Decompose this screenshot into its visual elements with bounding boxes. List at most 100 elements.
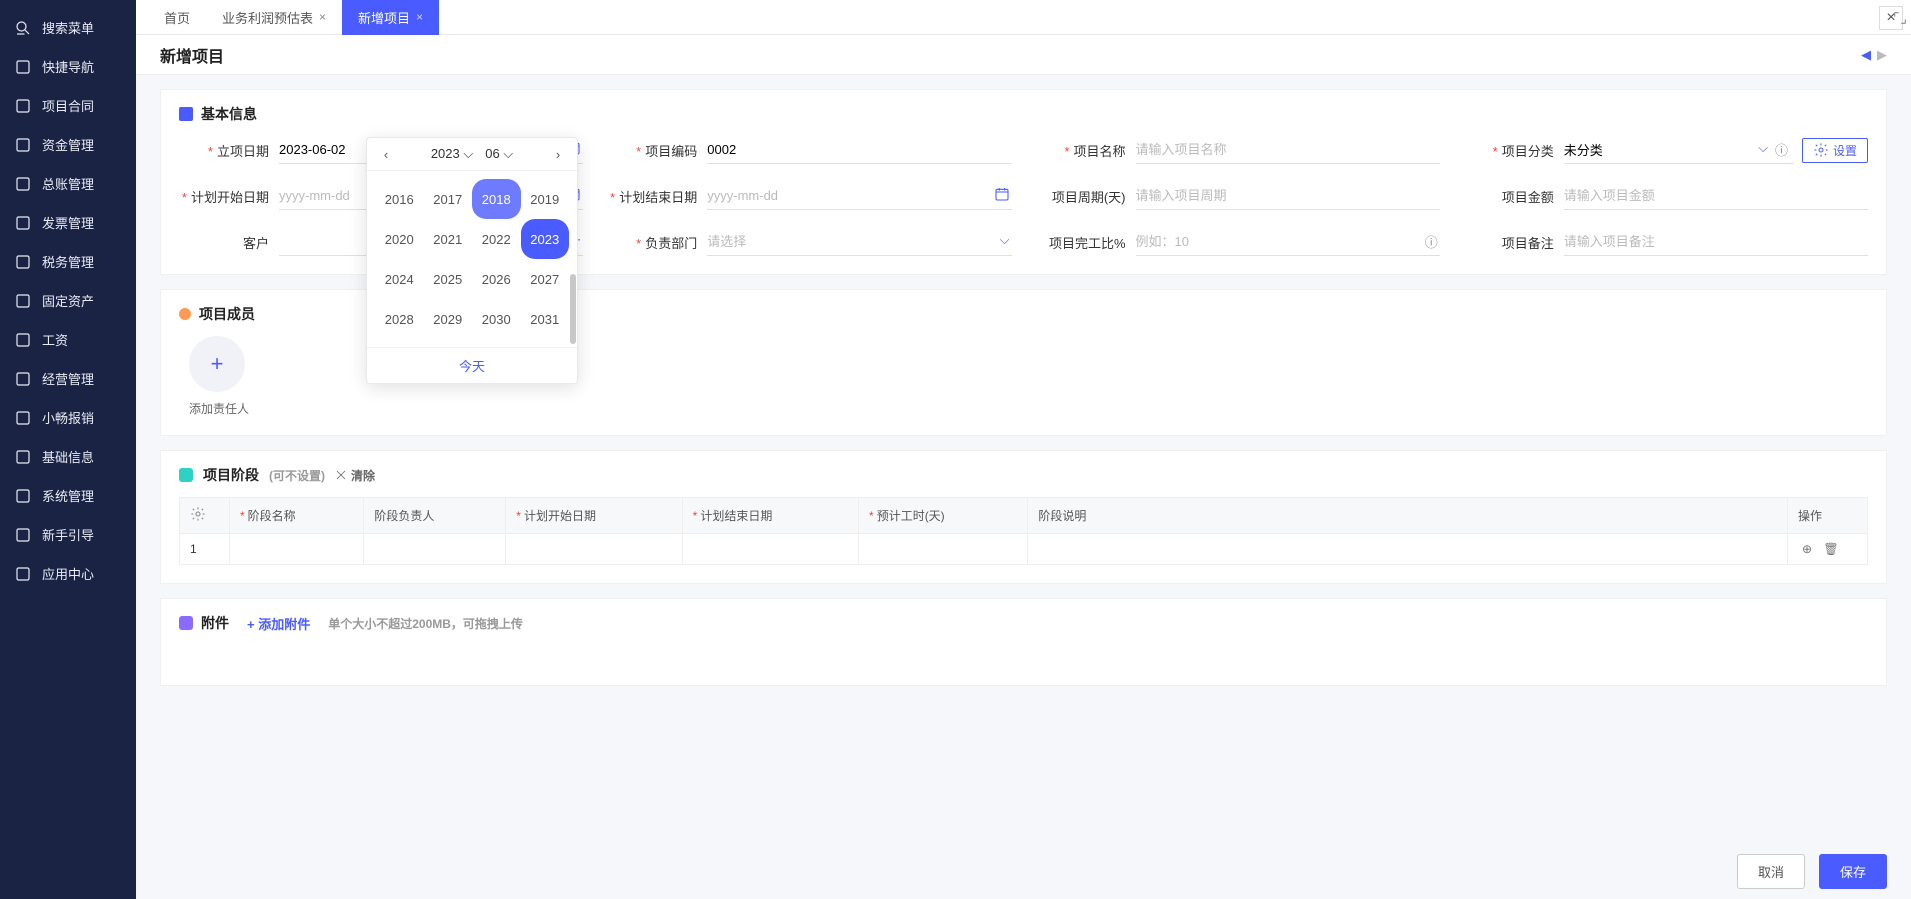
picker-next[interactable]: › bbox=[549, 147, 567, 162]
picker-today[interactable]: 今天 bbox=[367, 347, 577, 383]
sidebar-item-ledger[interactable]: 总账管理 bbox=[0, 164, 136, 203]
picker-year-select[interactable]: 2023 ⌵ bbox=[431, 146, 473, 162]
year-2030[interactable]: 2030 bbox=[472, 299, 521, 339]
cell-owner[interactable] bbox=[364, 534, 506, 565]
tab-业务利润预估表[interactable]: 业务利润预估表 × bbox=[206, 0, 342, 35]
col-desc: 阶段说明 bbox=[1038, 509, 1086, 523]
section-icon bbox=[179, 107, 193, 121]
sidebar-item-contract[interactable]: 项目合同 bbox=[0, 86, 136, 125]
tab-bar: 首页业务利润预估表×新增项目× × bbox=[136, 0, 1911, 35]
chevron-down-icon[interactable]: ⌵ bbox=[1758, 140, 1768, 156]
section-icon bbox=[179, 616, 193, 630]
label-plan-end: 计划结束日期 bbox=[619, 190, 697, 205]
sidebar-item-label: 搜索菜单 bbox=[42, 18, 94, 37]
col-gear[interactable] bbox=[180, 498, 230, 534]
calendar-icon[interactable] bbox=[994, 186, 1010, 205]
date-picker-popover: ‹ 2023 ⌵ 06 ⌵ › 2016201720182019 20202021… bbox=[366, 137, 578, 384]
sidebar-item-invoice[interactable]: 发票管理 bbox=[0, 203, 136, 242]
tab-label: 首页 bbox=[164, 8, 190, 27]
remark-input[interactable] bbox=[1564, 230, 1868, 253]
year-2026[interactable]: 2026 bbox=[472, 259, 521, 299]
year-2031[interactable]: 2031 bbox=[521, 299, 570, 339]
year-2020[interactable]: 2020 bbox=[375, 219, 424, 259]
period-input[interactable] bbox=[1136, 184, 1440, 207]
cancel-button[interactable]: 取消 bbox=[1737, 854, 1805, 889]
attach-hint: 单个大小不超过200MB，可拖拽上传 bbox=[328, 615, 523, 632]
col-name: 阶段名称 bbox=[248, 509, 296, 523]
tab-新增项目[interactable]: 新增项目× bbox=[342, 0, 439, 35]
sidebar-item-apps[interactable]: 应用中心 bbox=[0, 554, 136, 593]
cell-name[interactable] bbox=[230, 534, 364, 565]
col-owner: 阶段负责人 bbox=[374, 509, 434, 523]
year-2028[interactable]: 2028 bbox=[375, 299, 424, 339]
tab-首页[interactable]: 首页 bbox=[148, 0, 206, 35]
year-2029[interactable]: 2029 bbox=[424, 299, 473, 339]
sidebar-item-label: 新手引导 bbox=[42, 525, 94, 544]
year-2024[interactable]: 2024 bbox=[375, 259, 424, 299]
col-end: 计划结束日期 bbox=[700, 509, 772, 523]
sidebar-item-biz[interactable]: 经营管理 bbox=[0, 359, 136, 398]
label-dept: 负责部门 bbox=[645, 236, 697, 251]
sidebar-item-money[interactable]: 资金管理 bbox=[0, 125, 136, 164]
help-icon[interactable]: ⓘ bbox=[1775, 140, 1788, 159]
amount-input[interactable] bbox=[1564, 184, 1868, 207]
sidebar-item-asset[interactable]: 固定资产 bbox=[0, 281, 136, 320]
tab-label: 业务利润预估表 bbox=[222, 8, 313, 27]
sidebar-item-label: 经营管理 bbox=[42, 369, 94, 388]
cell-desc[interactable] bbox=[1028, 534, 1788, 565]
sidebar-item-label: 发票管理 bbox=[42, 213, 94, 232]
tab-close-icon[interactable]: × bbox=[319, 10, 326, 24]
sidebar-item-label: 税务管理 bbox=[42, 252, 94, 271]
year-2018[interactable]: 2018 bbox=[472, 179, 521, 219]
sidebar-item-label: 固定资产 bbox=[42, 291, 94, 310]
clear-stages-link[interactable]: 清除 bbox=[335, 467, 375, 484]
help-icon[interactable]: ⓘ bbox=[1425, 232, 1438, 251]
delete-row-icon[interactable]: 🗑 bbox=[1823, 542, 1838, 556]
chevron-down-icon[interactable]: ⌵ bbox=[1000, 232, 1010, 248]
year-2017[interactable]: 2017 bbox=[424, 179, 473, 219]
save-button[interactable]: 保存 bbox=[1819, 854, 1887, 889]
year-2025[interactable]: 2025 bbox=[424, 259, 473, 299]
sidebar-item-system[interactable]: 系统管理 bbox=[0, 476, 136, 515]
year-2021[interactable]: 2021 bbox=[424, 219, 473, 259]
add-attachment-link[interactable]: + 添加附件 bbox=[247, 614, 310, 633]
sidebar-item-info[interactable]: 基础信息 bbox=[0, 437, 136, 476]
tab-close-icon[interactable]: × bbox=[416, 10, 423, 24]
year-2016[interactable]: 2016 bbox=[375, 179, 424, 219]
sidebar-item-search-menu[interactable]: 搜索菜单 bbox=[0, 8, 136, 47]
category-settings-button[interactable]: 设置 bbox=[1802, 138, 1868, 163]
sidebar-item-label: 系统管理 bbox=[42, 486, 94, 505]
cell-hours[interactable] bbox=[859, 534, 1028, 565]
code-input[interactable] bbox=[707, 138, 1011, 161]
nav-next[interactable]: ▶ bbox=[1877, 47, 1887, 63]
add-row-icon[interactable]: ⊕ bbox=[1802, 542, 1812, 556]
year-2027[interactable]: 2027 bbox=[521, 259, 570, 299]
attach-card: 附件 + 添加附件 单个大小不超过200MB，可拖拽上传 bbox=[160, 598, 1887, 686]
sidebar-item-reimburse[interactable]: 小畅报销 bbox=[0, 398, 136, 437]
sidebar-item-home[interactable]: 快捷导航 bbox=[0, 47, 136, 86]
plan-end-input[interactable] bbox=[707, 184, 1011, 207]
picker-scrollbar[interactable] bbox=[570, 274, 576, 344]
section-icon bbox=[179, 468, 193, 482]
cell-end[interactable] bbox=[682, 534, 858, 565]
add-member-button[interactable]: + bbox=[189, 336, 245, 392]
row-index: 1 bbox=[180, 534, 230, 565]
name-input[interactable] bbox=[1136, 138, 1440, 161]
label-amount: 项目金额 bbox=[1502, 190, 1554, 205]
nav-prev[interactable]: ◀ bbox=[1861, 47, 1871, 63]
completion-input[interactable] bbox=[1136, 230, 1440, 253]
sidebar-item-label: 项目合同 bbox=[42, 96, 94, 115]
main-area: 首页业务利润预估表×新增项目× × 新增项目 ◀ ▶ 基本信息 bbox=[136, 0, 1911, 899]
sidebar: 搜索菜单快捷导航项目合同资金管理总账管理发票管理税务管理固定资产工资经营管理小畅… bbox=[0, 0, 136, 899]
year-2023[interactable]: 2023 bbox=[521, 219, 570, 259]
sidebar-item-tax[interactable]: 税务管理 bbox=[0, 242, 136, 281]
dept-select[interactable] bbox=[707, 230, 1011, 253]
cell-start[interactable] bbox=[506, 534, 682, 565]
expand-icon[interactable] bbox=[1889, 0, 1911, 35]
sidebar-item-guide[interactable]: 新手引导 bbox=[0, 515, 136, 554]
picker-month-select[interactable]: 06 ⌵ bbox=[485, 146, 513, 162]
sidebar-item-salary[interactable]: 工资 bbox=[0, 320, 136, 359]
year-2022[interactable]: 2022 bbox=[472, 219, 521, 259]
year-2019[interactable]: 2019 bbox=[521, 179, 570, 219]
picker-prev[interactable]: ‹ bbox=[377, 147, 395, 162]
